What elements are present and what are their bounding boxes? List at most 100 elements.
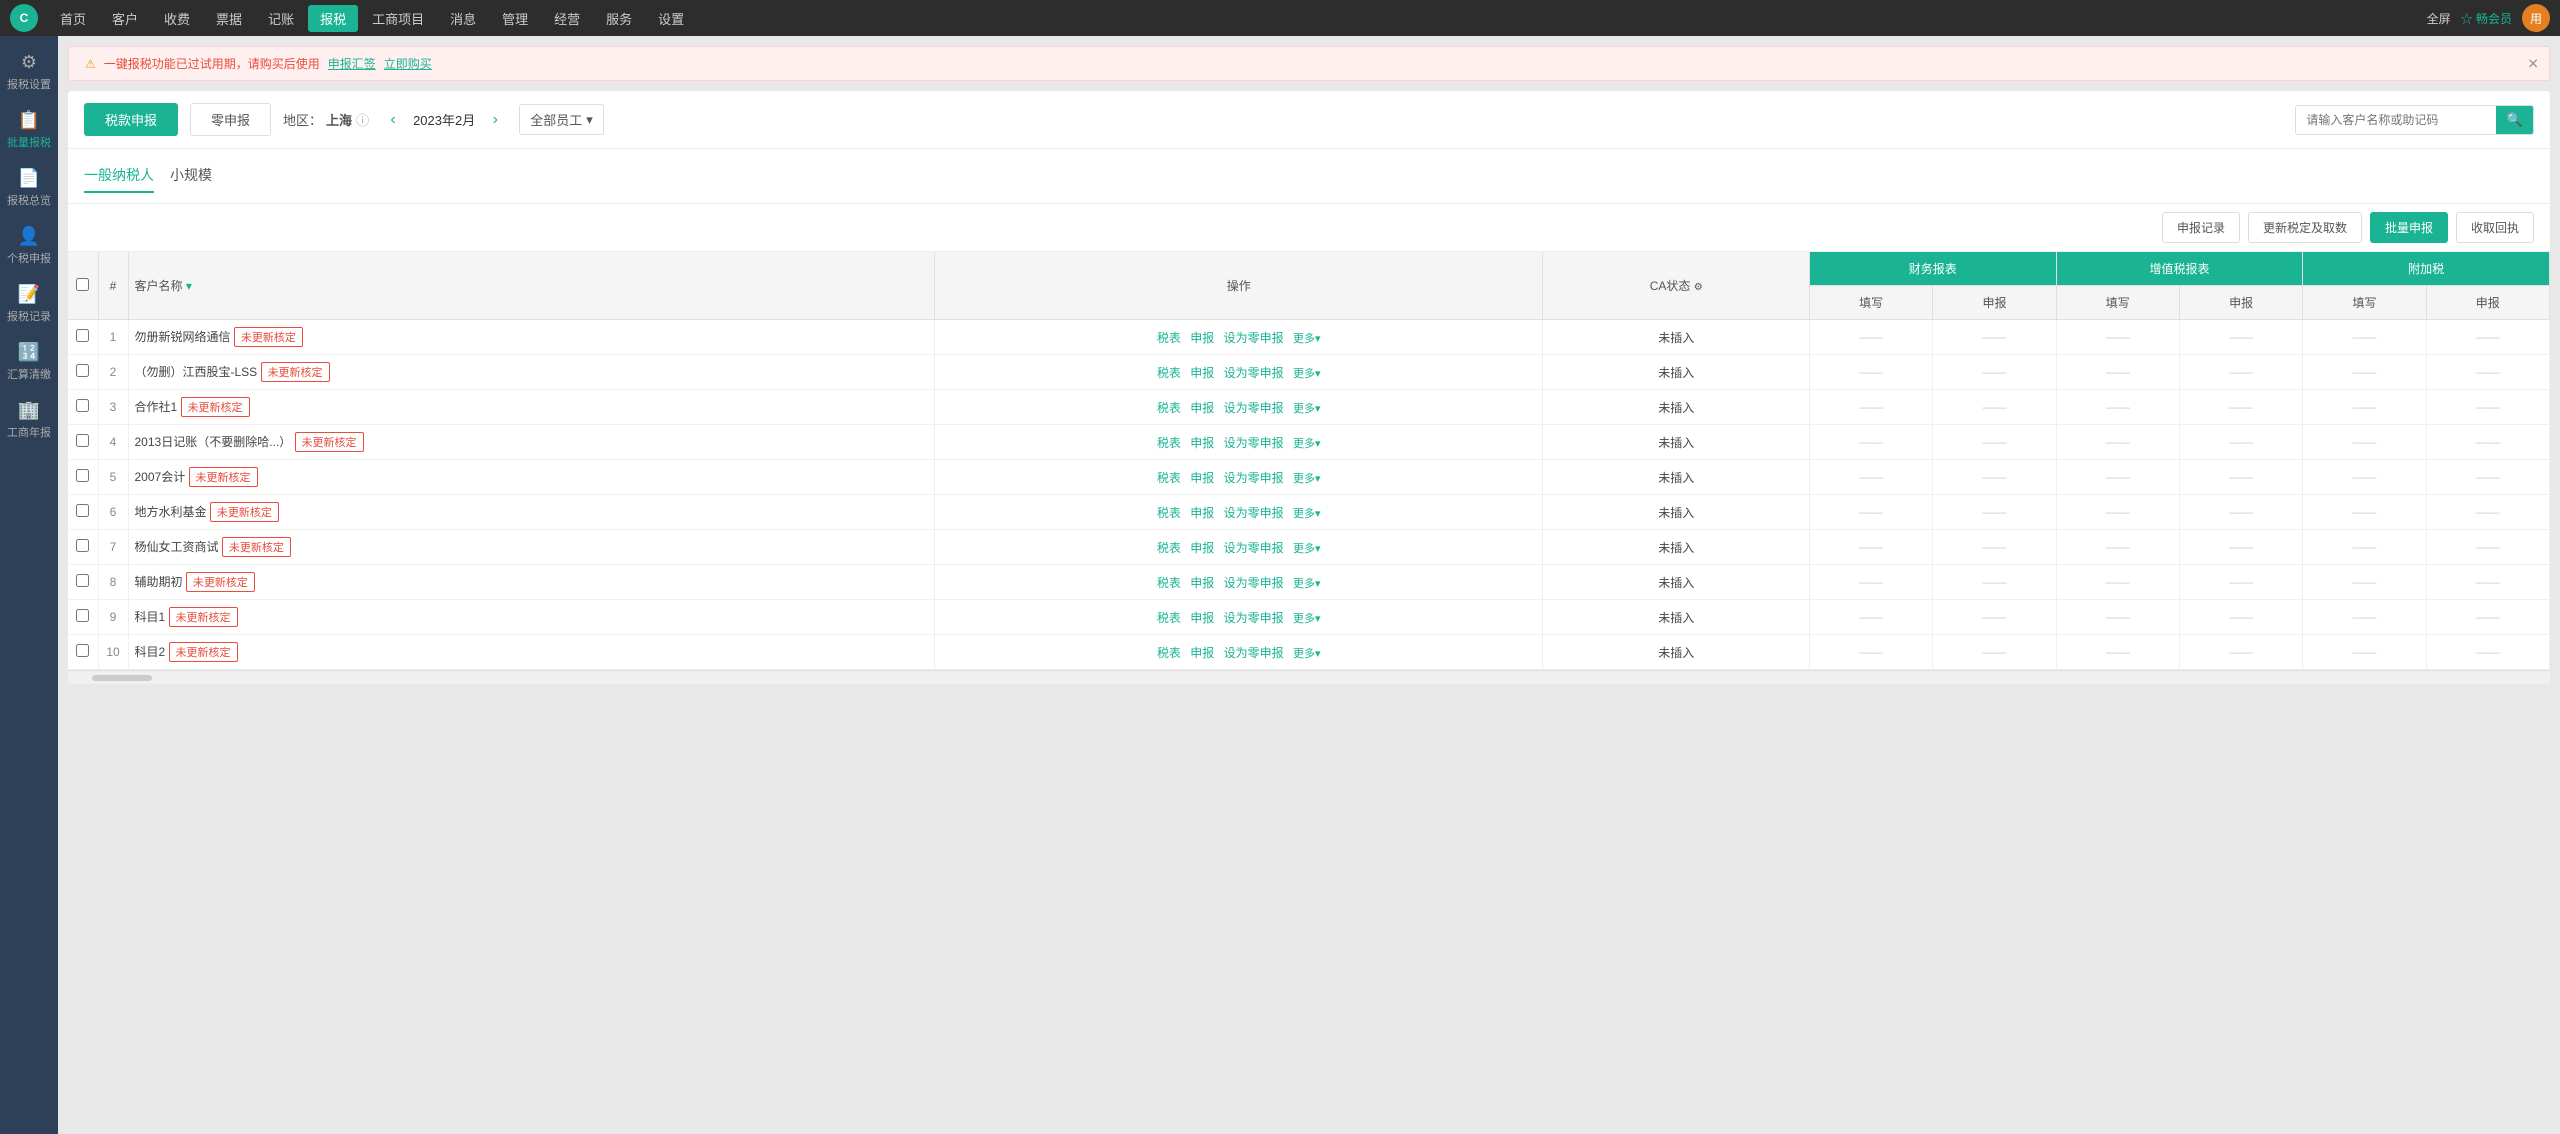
row-checkbox-7[interactable] bbox=[76, 574, 89, 587]
member-btn[interactable]: ☆ 畅会员 bbox=[2461, 10, 2512, 27]
th-finance-report: 申报 bbox=[1933, 286, 2056, 320]
search-button[interactable]: 🔍 bbox=[2496, 106, 2533, 134]
row-checkbox-9[interactable] bbox=[76, 644, 89, 657]
banner-close[interactable]: ✕ bbox=[2527, 55, 2539, 72]
op-set-zero[interactable]: 设为零申报 bbox=[1224, 576, 1284, 590]
nav-operation[interactable]: 经营 bbox=[542, 5, 592, 32]
op-tax-table[interactable]: 税表 bbox=[1157, 401, 1181, 415]
nav-manage[interactable]: 管理 bbox=[490, 5, 540, 32]
op-more[interactable]: 更多▾ bbox=[1293, 543, 1321, 555]
nav-settings[interactable]: 设置 bbox=[646, 5, 696, 32]
op-set-zero[interactable]: 设为零申报 bbox=[1224, 331, 1284, 345]
sidebar-item-settlement[interactable]: 🔢 汇算清缴 bbox=[0, 334, 58, 390]
op-tax-table[interactable]: 税表 bbox=[1157, 366, 1181, 380]
op-more[interactable]: 更多▾ bbox=[1293, 403, 1321, 415]
horizontal-scrollbar[interactable] bbox=[68, 670, 2550, 684]
cell-ca: 未插入 bbox=[1543, 425, 1810, 460]
sub-tab-general[interactable]: 一般纳税人 bbox=[84, 159, 154, 193]
avatar[interactable]: 用 bbox=[2522, 4, 2550, 32]
op-more[interactable]: 更多▾ bbox=[1293, 438, 1321, 450]
op-more[interactable]: 更多▾ bbox=[1293, 368, 1321, 380]
op-set-zero[interactable]: 设为零申报 bbox=[1224, 366, 1284, 380]
op-tax-table[interactable]: 税表 bbox=[1157, 331, 1181, 345]
cell-num: 8 bbox=[98, 565, 128, 600]
row-checkbox-8[interactable] bbox=[76, 609, 89, 622]
btn-batch-declare[interactable]: 批量申报 bbox=[2370, 212, 2448, 243]
sidebar-item-tax-overview[interactable]: 📄 报税总览 bbox=[0, 160, 58, 216]
cell-num: 10 bbox=[98, 635, 128, 670]
op-set-zero[interactable]: 设为零申报 bbox=[1224, 401, 1284, 415]
row-checkbox-0[interactable] bbox=[76, 329, 89, 342]
op-more[interactable]: 更多▾ bbox=[1293, 613, 1321, 625]
op-more[interactable]: 更多▾ bbox=[1293, 473, 1321, 485]
staff-select[interactable]: 全部员工 ▾ bbox=[519, 104, 604, 135]
op-tax-table[interactable]: 税表 bbox=[1157, 436, 1181, 450]
op-tax-table[interactable]: 税表 bbox=[1157, 471, 1181, 485]
op-declare[interactable]: 申报 bbox=[1190, 541, 1214, 555]
op-more[interactable]: 更多▾ bbox=[1293, 333, 1321, 345]
sub-tab-small[interactable]: 小规模 bbox=[170, 159, 212, 193]
nav-service[interactable]: 服务 bbox=[594, 5, 644, 32]
op-tax-table[interactable]: 税表 bbox=[1157, 506, 1181, 520]
search-input[interactable] bbox=[2296, 108, 2496, 132]
op-more[interactable]: 更多▾ bbox=[1293, 578, 1321, 590]
nav-client[interactable]: 客户 bbox=[100, 5, 150, 32]
op-more[interactable]: 更多▾ bbox=[1293, 648, 1321, 660]
row-checkbox-5[interactable] bbox=[76, 504, 89, 517]
cell-name: 地方水利基金 未更新核定 bbox=[128, 495, 934, 530]
op-set-zero[interactable]: 设为零申报 bbox=[1224, 611, 1284, 625]
banner-link-report[interactable]: 申报汇签 bbox=[328, 55, 376, 72]
op-set-zero[interactable]: 设为零申报 bbox=[1224, 541, 1284, 555]
btn-declaration-record[interactable]: 申报记录 bbox=[2162, 212, 2240, 243]
nav-invoice[interactable]: 票据 bbox=[204, 5, 254, 32]
sidebar-label-personal-tax: 个税申报 bbox=[7, 250, 51, 266]
op-declare[interactable]: 申报 bbox=[1190, 366, 1214, 380]
op-tax-table[interactable]: 税表 bbox=[1157, 576, 1181, 590]
fullscreen-btn[interactable]: 全屏 bbox=[2427, 10, 2451, 27]
region-info-icon[interactable]: ⓘ bbox=[356, 110, 369, 129]
btn-update-tax[interactable]: 更新税定及取数 bbox=[2248, 212, 2362, 243]
date-prev-button[interactable]: ‹ bbox=[381, 108, 405, 132]
row-checkbox-2[interactable] bbox=[76, 399, 89, 412]
nav-tax[interactable]: 报税 bbox=[308, 5, 358, 32]
op-tax-table[interactable]: 税表 bbox=[1157, 541, 1181, 555]
op-set-zero[interactable]: 设为零申报 bbox=[1224, 436, 1284, 450]
tab-tax-declaration[interactable]: 税款申报 bbox=[84, 103, 178, 136]
op-set-zero[interactable]: 设为零申报 bbox=[1224, 646, 1284, 660]
status-badge: 未更新核定 bbox=[295, 432, 364, 452]
nav-collect[interactable]: 收费 bbox=[152, 5, 202, 32]
op-declare[interactable]: 申报 bbox=[1190, 576, 1214, 590]
date-next-button[interactable]: › bbox=[483, 108, 507, 132]
banner-link-buy[interactable]: 立即购买 bbox=[384, 55, 432, 72]
op-tax-table[interactable]: 税表 bbox=[1157, 611, 1181, 625]
nav-business[interactable]: 工商项目 bbox=[360, 5, 436, 32]
op-tax-table[interactable]: 税表 bbox=[1157, 646, 1181, 660]
op-declare[interactable]: 申报 bbox=[1190, 331, 1214, 345]
op-declare[interactable]: 申报 bbox=[1190, 401, 1214, 415]
sidebar-item-personal-tax[interactable]: 👤 个税申报 bbox=[0, 218, 58, 274]
row-checkbox-3[interactable] bbox=[76, 434, 89, 447]
op-declare[interactable]: 申报 bbox=[1190, 506, 1214, 520]
op-set-zero[interactable]: 设为零申报 bbox=[1224, 506, 1284, 520]
sidebar-item-tax-settings[interactable]: ⚙ 报税设置 bbox=[0, 44, 58, 100]
op-more[interactable]: 更多▾ bbox=[1293, 508, 1321, 520]
select-all-checkbox[interactable] bbox=[76, 278, 89, 291]
row-checkbox-4[interactable] bbox=[76, 469, 89, 482]
nav-home[interactable]: 首页 bbox=[48, 5, 98, 32]
op-declare[interactable]: 申报 bbox=[1190, 611, 1214, 625]
sidebar-item-batch-tax[interactable]: 📋 批量报税 bbox=[0, 102, 58, 158]
op-declare[interactable]: 申报 bbox=[1190, 646, 1214, 660]
btn-collect-receipt[interactable]: 收取回执 bbox=[2456, 212, 2534, 243]
row-checkbox-6[interactable] bbox=[76, 539, 89, 552]
row-checkbox-1[interactable] bbox=[76, 364, 89, 377]
tab-zero-declaration[interactable]: 零申报 bbox=[190, 103, 271, 136]
nav-accounting[interactable]: 记账 bbox=[256, 5, 306, 32]
op-set-zero[interactable]: 设为零申报 bbox=[1224, 471, 1284, 485]
cell-name: 辅助期初 未更新核定 bbox=[128, 565, 934, 600]
sidebar-item-tax-record[interactable]: 📝 报税记录 bbox=[0, 276, 58, 332]
nav-message[interactable]: 消息 bbox=[438, 5, 488, 32]
op-declare[interactable]: 申报 bbox=[1190, 436, 1214, 450]
cell-ca: 未插入 bbox=[1543, 495, 1810, 530]
op-declare[interactable]: 申报 bbox=[1190, 471, 1214, 485]
sidebar-item-annual-report[interactable]: 🏢 工商年报 bbox=[0, 392, 58, 448]
